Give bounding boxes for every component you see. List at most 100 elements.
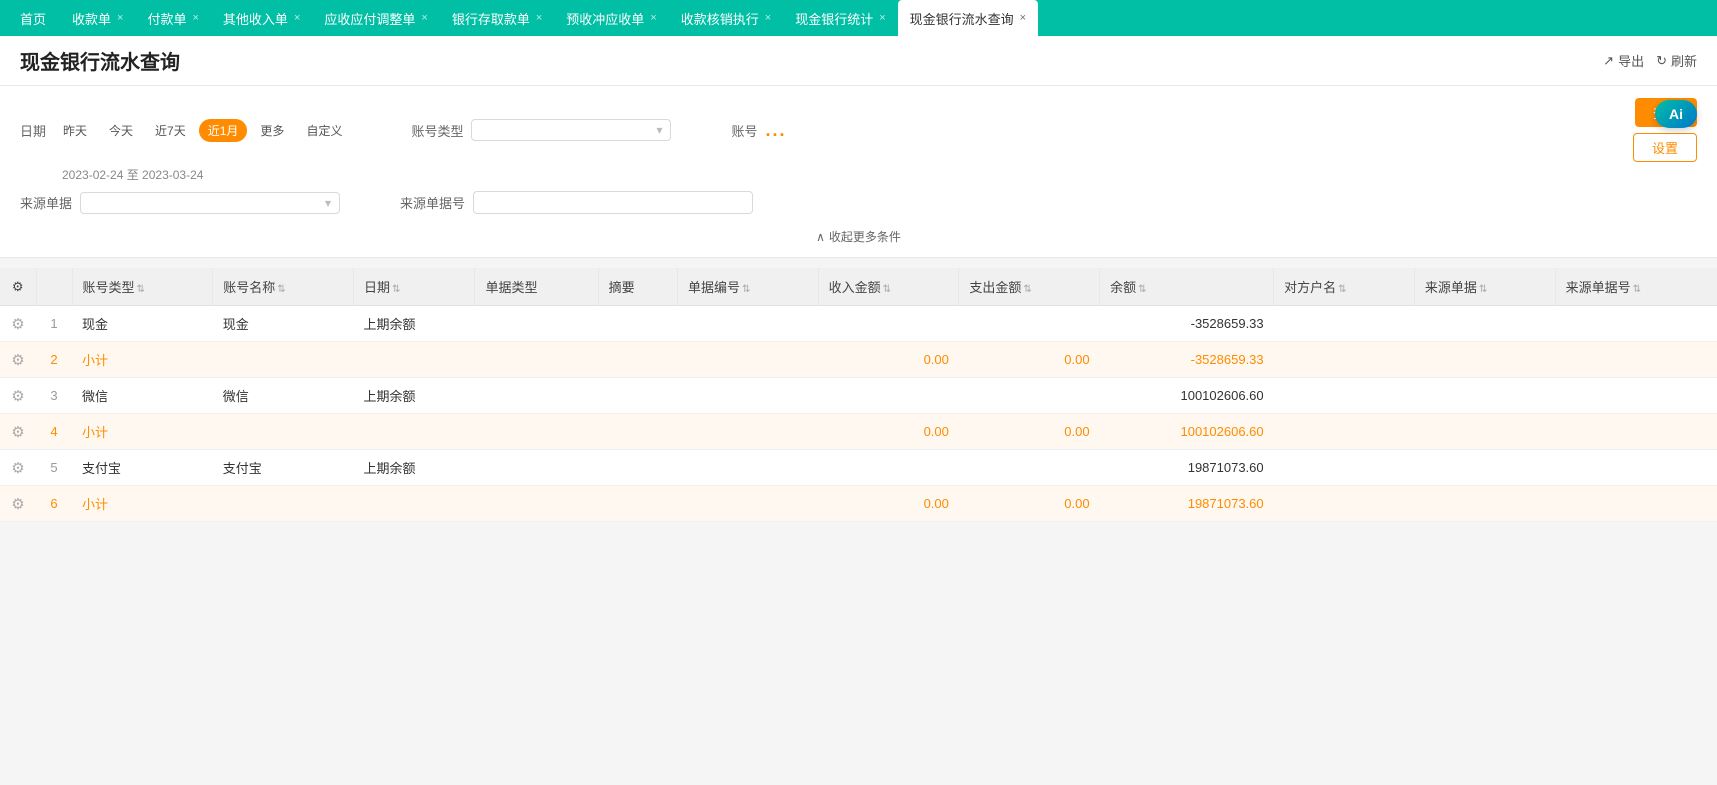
sort-icon-date: ⇅	[392, 284, 400, 295]
source-doc-no-input[interactable]	[473, 191, 753, 214]
close-tab-icon[interactable]: ×	[117, 12, 123, 24]
sort-icon-account_type: ⇅	[137, 284, 145, 295]
cell-expense	[959, 378, 1100, 414]
date-btn-1month[interactable]: 近1月	[199, 119, 248, 142]
cell-num: 5	[36, 450, 72, 486]
cell-date	[353, 486, 475, 522]
collapse-button[interactable]: ∧ 收起更多条件	[816, 228, 901, 245]
row-gear-icon[interactable]: ⚙	[10, 495, 26, 513]
nav-home[interactable]: 首页	[8, 0, 58, 36]
cell-balance: -3528659.33	[1100, 306, 1274, 342]
cell-gear: ⚙	[0, 414, 36, 450]
cell-counterpart	[1274, 342, 1415, 378]
cell-date: 上期余额	[353, 378, 475, 414]
sort-icon-doc_no: ⇅	[742, 284, 750, 295]
table-row: ⚙6小计0.000.0019871073.60	[0, 486, 1717, 522]
date-btn-7days[interactable]: 近7天	[146, 119, 195, 142]
cell-doc_type	[475, 378, 598, 414]
close-tab-icon[interactable]: ×	[879, 12, 885, 24]
cell-counterpart	[1274, 486, 1415, 522]
col-header-date[interactable]: 日期⇅	[353, 268, 475, 306]
settings-button[interactable]: 设置	[1633, 133, 1697, 162]
close-tab-icon[interactable]: ×	[294, 12, 300, 24]
source-doc-select[interactable]: ▾	[80, 192, 340, 214]
cell-date: 上期余额	[353, 450, 475, 486]
account-label: 账号	[731, 121, 757, 140]
account-type-select[interactable]: ▾	[471, 119, 671, 141]
export-icon: ↗	[1603, 53, 1614, 69]
close-tab-icon[interactable]: ×	[192, 12, 198, 24]
main-table: ⚙账号类型⇅账号名称⇅日期⇅单据类型摘要单据编号⇅收入金额⇅支出金额⇅余额⇅对方…	[0, 268, 1717, 522]
nav-tab-收款核销执行[interactable]: 收款核销执行×	[669, 0, 783, 36]
col-header-income[interactable]: 收入金额⇅	[818, 268, 959, 306]
col-header-doc_no[interactable]: 单据编号⇅	[677, 268, 818, 306]
nav-tab-银行存取款单[interactable]: 银行存取款单 ×	[440, 0, 554, 36]
col-header-balance[interactable]: 余额⇅	[1100, 268, 1274, 306]
nav-tab-应收应付调整单[interactable]: 应收应付调整单×	[312, 0, 439, 36]
close-tab-icon[interactable]: ×	[421, 12, 427, 24]
row-gear-icon[interactable]: ⚙	[10, 315, 26, 333]
account-filter: 账号 ...	[731, 120, 786, 141]
nav-tab-现金银行流水查询[interactable]: 现金银行流水查询×	[898, 0, 1038, 36]
row-gear-icon[interactable]: ⚙	[10, 459, 26, 477]
date-btn-more[interactable]: 更多	[251, 119, 293, 142]
nav-tab-预收冲应收单[interactable]: 预收冲应收单×	[554, 0, 668, 36]
refresh-button[interactable]: ↻ 刷新	[1656, 51, 1697, 70]
cell-doc_no	[677, 378, 818, 414]
cell-counterpart	[1274, 414, 1415, 450]
gear-icon[interactable]: ⚙	[12, 279, 24, 294]
sort-icon-counterpart: ⇅	[1338, 284, 1346, 295]
cell-source_doc_no	[1555, 306, 1717, 342]
col-header-source_doc[interactable]: 来源单据⇅	[1414, 268, 1555, 306]
account-type-label: 账号类型	[411, 121, 463, 140]
account-dots[interactable]: ...	[765, 120, 786, 141]
cell-counterpart	[1274, 378, 1415, 414]
date-range-display: 2023-02-24 至 2023-03-24	[62, 168, 203, 182]
date-btn-today[interactable]: 今天	[100, 119, 142, 142]
col-header-account_type[interactable]: 账号类型⇅	[72, 268, 213, 306]
cell-account_name	[213, 414, 354, 450]
table-row: ⚙1现金现金上期余额-3528659.33	[0, 306, 1717, 342]
tab-label: 银行存取款单	[452, 9, 530, 28]
col-header-doc_type: 单据类型	[475, 268, 598, 306]
col-header-source_doc_no[interactable]: 来源单据号⇅	[1555, 268, 1717, 306]
source-doc-label: 来源单据	[20, 193, 72, 212]
table-row: ⚙4小计0.000.00100102606.60	[0, 414, 1717, 450]
date-btn-custom[interactable]: 自定义	[297, 119, 351, 142]
row-gear-icon[interactable]: ⚙	[10, 351, 26, 369]
close-tab-icon[interactable]: ×	[536, 12, 542, 24]
cell-account_name: 支付宝	[213, 450, 354, 486]
nav-tab-付款单[interactable]: 付款单×	[135, 0, 210, 36]
cell-date	[353, 414, 475, 450]
sort-icon-source_doc: ⇅	[1479, 284, 1487, 295]
row-gear-icon[interactable]: ⚙	[10, 387, 26, 405]
cell-summary	[598, 378, 677, 414]
close-tab-icon[interactable]: ×	[650, 12, 656, 24]
col-header-account_name[interactable]: 账号名称⇅	[213, 268, 354, 306]
sort-icon-income: ⇅	[883, 284, 891, 295]
cell-income	[818, 378, 959, 414]
table-row: ⚙2小计0.000.00-3528659.33	[0, 342, 1717, 378]
nav-tab-其他收入单[interactable]: 其他收入单×	[211, 0, 312, 36]
cell-expense	[959, 306, 1100, 342]
close-tab-icon[interactable]: ×	[1020, 12, 1026, 24]
row-gear-icon[interactable]: ⚙	[10, 423, 26, 441]
cell-summary	[598, 414, 677, 450]
nav-tab-收款单[interactable]: 收款单×	[60, 0, 135, 36]
refresh-icon: ↻	[1656, 53, 1667, 69]
cell-source_doc	[1414, 342, 1555, 378]
close-tab-icon[interactable]: ×	[765, 12, 771, 24]
cell-income: 0.00	[818, 342, 959, 378]
ai-badge[interactable]: Ai	[1655, 100, 1697, 128]
nav-tab-现金银行统计[interactable]: 现金银行统计×	[783, 0, 897, 36]
cell-balance: 19871073.60	[1100, 450, 1274, 486]
table-container: ⚙账号类型⇅账号名称⇅日期⇅单据类型摘要单据编号⇅收入金额⇅支出金额⇅余额⇅对方…	[0, 268, 1717, 522]
col-header-counterpart[interactable]: 对方户名⇅	[1274, 268, 1415, 306]
cell-doc_type	[475, 414, 598, 450]
date-btn-yesterday[interactable]: 昨天	[54, 119, 96, 142]
cell-doc_no	[677, 450, 818, 486]
cell-expense: 0.00	[959, 414, 1100, 450]
col-header-expense[interactable]: 支出金额⇅	[959, 268, 1100, 306]
source-doc-no-label: 来源单据号	[400, 193, 465, 212]
export-button[interactable]: ↗ 导出	[1603, 51, 1644, 70]
